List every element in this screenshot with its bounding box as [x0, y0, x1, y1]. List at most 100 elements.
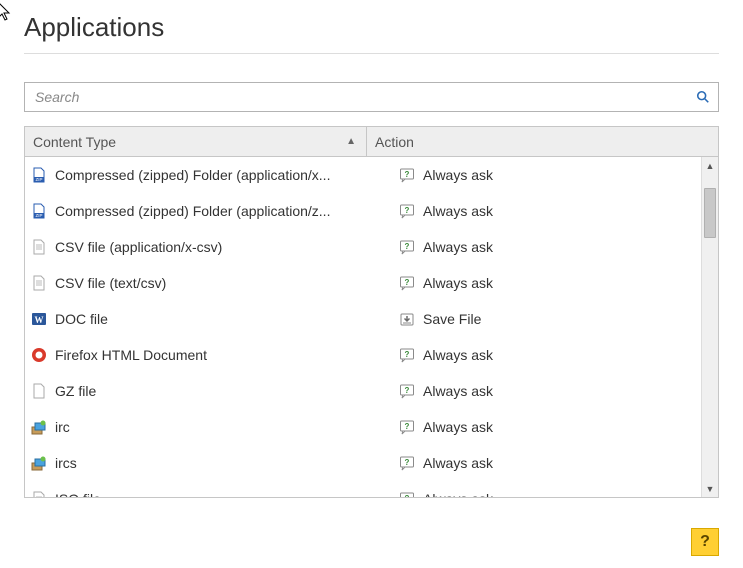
- scroll-track[interactable]: [702, 174, 718, 480]
- search-icon[interactable]: [688, 90, 718, 104]
- svg-text:?: ?: [405, 386, 410, 395]
- content-type-label: ircs: [55, 455, 77, 471]
- search-input[interactable]: [25, 89, 688, 105]
- cell-action[interactable]: ? Always ask: [367, 275, 701, 291]
- blank-icon: [31, 383, 47, 399]
- content-type-label: Firefox HTML Document: [55, 347, 207, 363]
- table-row[interactable]: CSV file (application/x-csv) ?Always ask: [25, 229, 701, 265]
- ff-icon: [31, 347, 47, 363]
- help-label: ?: [700, 533, 710, 551]
- cell-action[interactable]: ? Always ask: [367, 419, 701, 435]
- cell-action[interactable]: ? Always ask: [367, 491, 701, 497]
- scroll-thumb[interactable]: [704, 188, 716, 238]
- content-type-label: DOC file: [55, 311, 108, 327]
- always-ask-icon: ?: [399, 419, 415, 435]
- table-body: ZIP Compressed (zipped) Folder (applicati…: [25, 157, 701, 497]
- cursor-icon: [0, 2, 12, 22]
- cell-action[interactable]: Save File: [367, 311, 701, 327]
- svg-text:ZIP: ZIP: [35, 177, 42, 182]
- cell-content-type: CSV file (application/x-csv): [25, 239, 367, 255]
- cell-content-type: ZIP Compressed (zipped) Folder (applicati…: [25, 167, 367, 183]
- svg-text:W: W: [35, 315, 44, 325]
- content-type-label: ISO file: [55, 491, 101, 497]
- svg-text:?: ?: [405, 350, 410, 359]
- column-label: Content Type: [33, 134, 116, 150]
- content-type-label: irc: [55, 419, 70, 435]
- svg-text:?: ?: [405, 170, 410, 179]
- scroll-up-icon[interactable]: ▲: [702, 157, 718, 174]
- always-ask-icon: ?: [399, 455, 415, 471]
- doc-icon: [31, 275, 47, 291]
- divider: [24, 53, 719, 54]
- action-label: Always ask: [423, 455, 493, 471]
- cell-action[interactable]: ? Always ask: [367, 455, 701, 471]
- table-row[interactable]: irc? Always ask: [25, 409, 701, 445]
- doc-icon: [31, 239, 47, 255]
- action-label: Always ask: [423, 275, 493, 291]
- content-type-label: Compressed (zipped) Folder (application/…: [55, 203, 330, 219]
- help-button[interactable]: ?: [691, 528, 719, 556]
- cell-content-type: ircs: [25, 455, 367, 471]
- column-header-content-type[interactable]: Content Type ▲: [25, 127, 367, 156]
- search-field[interactable]: [24, 82, 719, 112]
- table-row[interactable]: GZ file? Always ask: [25, 373, 701, 409]
- table-row[interactable]: ISO file? Always ask: [25, 481, 701, 497]
- table-header: Content Type ▲ Action: [25, 127, 718, 157]
- cell-content-type: GZ file: [25, 383, 367, 399]
- doc-icon: [31, 491, 47, 497]
- svg-text:ZIP: ZIP: [35, 213, 42, 218]
- zip-icon: ZIP: [31, 167, 47, 183]
- table-row[interactable]: CSV file (text/csv)? Always ask: [25, 265, 701, 301]
- cell-action[interactable]: ?Always ask: [367, 239, 701, 255]
- page-title: Applications: [24, 12, 719, 43]
- svg-text:?: ?: [405, 422, 410, 431]
- content-type-label: GZ file: [55, 383, 96, 399]
- svg-text:?: ?: [405, 278, 410, 287]
- cell-action[interactable]: ? Always ask: [367, 347, 701, 363]
- action-label: Save File: [423, 311, 481, 327]
- cell-action[interactable]: ? Always ask: [367, 167, 701, 183]
- column-label: Action: [375, 134, 414, 150]
- cell-content-type: W DOC file: [25, 311, 367, 327]
- table-row[interactable]: ZIP Compressed (zipped) Folder (applicati…: [25, 157, 701, 193]
- table-row[interactable]: ZIP Compressed (zipped) Folder (applicati…: [25, 193, 701, 229]
- sort-asc-icon: ▲: [346, 136, 356, 147]
- word-icon: W: [31, 311, 47, 327]
- always-ask-icon: ?: [399, 275, 415, 291]
- table-row[interactable]: W DOC file Save File: [25, 301, 701, 337]
- action-label: Always ask: [423, 383, 493, 399]
- irc-icon: [31, 455, 47, 471]
- always-ask-icon: ?: [399, 347, 415, 363]
- action-label: Always ask: [423, 419, 493, 435]
- action-label: Always ask: [423, 347, 493, 363]
- applications-table: Content Type ▲ Action ZIP Compressed (zip…: [24, 126, 719, 498]
- always-ask-icon: ?: [399, 203, 415, 219]
- always-ask-icon: ?: [399, 491, 415, 497]
- column-header-action[interactable]: Action: [367, 127, 718, 156]
- irc-icon: [31, 419, 47, 435]
- content-type-label: CSV file (application/x-csv): [55, 239, 222, 255]
- cell-content-type: irc: [25, 419, 367, 435]
- svg-text:?: ?: [405, 206, 410, 215]
- always-ask-icon: ?: [399, 167, 415, 183]
- content-type-label: Compressed (zipped) Folder (application/…: [55, 167, 330, 183]
- content-type-label: CSV file (text/csv): [55, 275, 166, 291]
- action-label: Always ask: [423, 239, 493, 255]
- table-row[interactable]: ircs? Always ask: [25, 445, 701, 481]
- always-ask-icon: ?: [399, 383, 415, 399]
- table-row[interactable]: Firefox HTML Document? Always ask: [25, 337, 701, 373]
- action-label: Always ask: [423, 203, 493, 219]
- save-file-icon: [399, 311, 415, 327]
- cell-content-type: CSV file (text/csv): [25, 275, 367, 291]
- cell-action[interactable]: ? Always ask: [367, 383, 701, 399]
- scroll-down-icon[interactable]: ▼: [702, 480, 718, 497]
- cell-action[interactable]: ? Always ask: [367, 203, 701, 219]
- cell-content-type: Firefox HTML Document: [25, 347, 367, 363]
- action-label: Always ask: [423, 491, 493, 497]
- action-label: Always ask: [423, 167, 493, 183]
- cell-content-type: ISO file: [25, 491, 367, 497]
- vertical-scrollbar[interactable]: ▲ ▼: [701, 157, 718, 497]
- cell-content-type: ZIP Compressed (zipped) Folder (applicati…: [25, 203, 367, 219]
- svg-text:?: ?: [405, 458, 410, 467]
- zip-icon: ZIP: [31, 203, 47, 219]
